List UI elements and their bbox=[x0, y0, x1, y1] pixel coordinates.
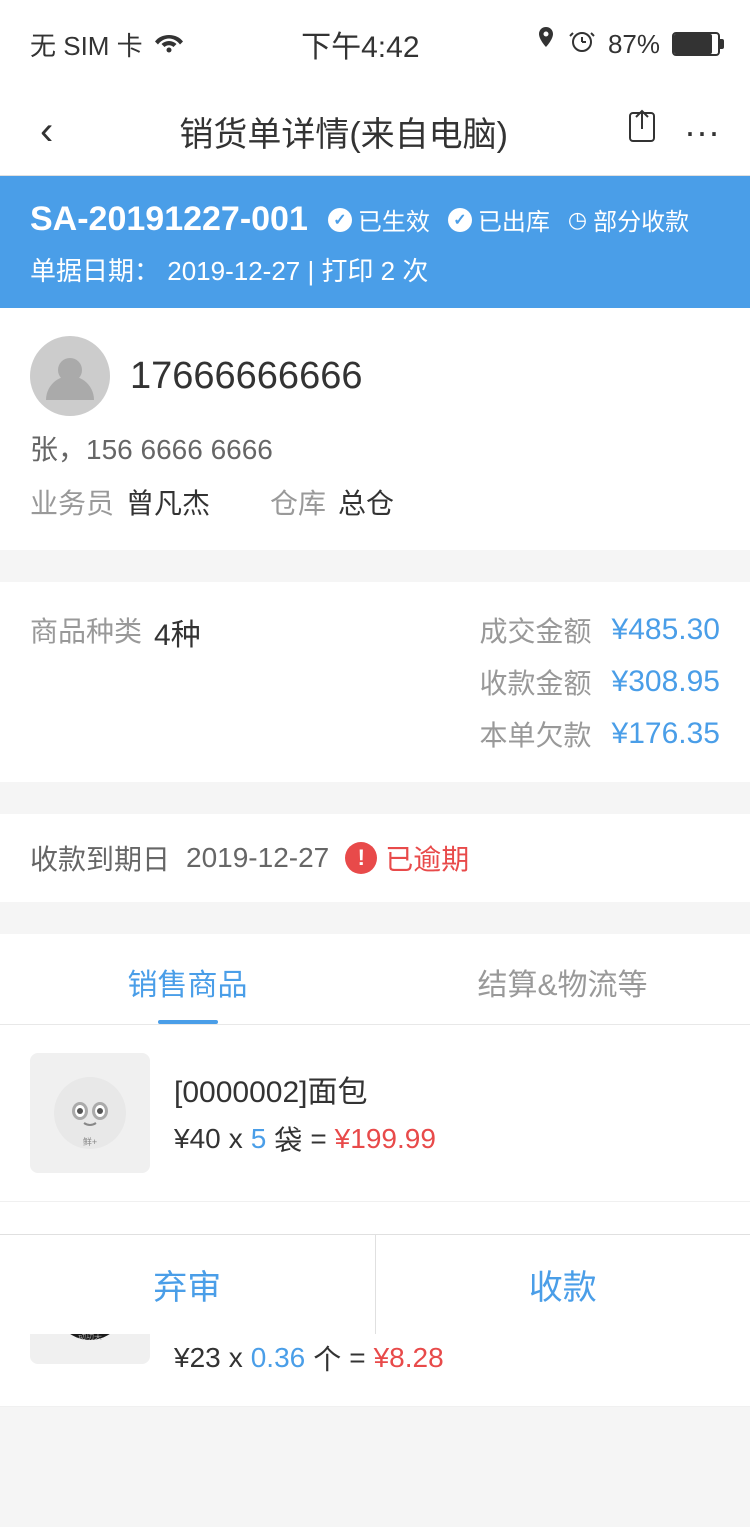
more-button[interactable]: ··· bbox=[684, 111, 720, 153]
debt-value: ¥176.35 bbox=[612, 717, 720, 751]
badge-partial: ◷ 部分收款 bbox=[568, 202, 689, 237]
product-name-1: [0000002]面包 bbox=[174, 1067, 720, 1111]
order-status-badges: ✓ 已生效 ✓ 已出库 ◷ 部分收款 bbox=[328, 202, 689, 237]
status-bar-right: 87% bbox=[536, 27, 720, 62]
warehouse-item: 仓库 总仓 bbox=[270, 482, 394, 522]
overdue-icon: ! bbox=[345, 842, 377, 874]
deal-amount-value: ¥485.30 bbox=[612, 613, 720, 647]
product-info-1: [0000002]面包 ¥40 x 5 袋 = ¥199.99 bbox=[174, 1067, 720, 1159]
status-bar-time: 下午4:42 bbox=[301, 22, 419, 66]
tabs-row: 销售商品 结算&物流等 bbox=[0, 934, 750, 1025]
products-section: 鲜+ [0000002]面包 ¥40 x 5 袋 = ¥199.99 bbox=[0, 1025, 750, 1407]
product-qty-2: 0.36 bbox=[251, 1342, 306, 1374]
clock-icon: ◷ bbox=[568, 207, 587, 233]
tab-sales-products[interactable]: 销售商品 bbox=[0, 934, 375, 1024]
deal-amount-label: 成交金额 bbox=[480, 610, 592, 650]
status-bar: 无 SIM 卡 下午4:42 87% bbox=[0, 0, 750, 88]
customer-section: 17666666666 张，156 6666 6666 业务员 曾凡杰 仓库 总… bbox=[0, 308, 750, 550]
bottom-toolbar: 弃审 收款 bbox=[0, 1234, 750, 1334]
due-date-section: 收款到期日 2019-12-27 ! 已逾期 bbox=[0, 814, 750, 902]
summary-left: 商品种类 4种 bbox=[30, 610, 201, 654]
deal-amount-row: 成交金额 ¥485.30 bbox=[480, 610, 720, 650]
order-id-row: SA-20191227-001 ✓ 已生效 ✓ 已出库 ◷ 部分收款 bbox=[30, 200, 720, 239]
nav-bar: ‹ 销货单详情(来自电脑) ··· bbox=[0, 88, 750, 176]
cancel-button[interactable]: 弃审 bbox=[0, 1235, 376, 1334]
page-title: 销货单详情(来自电脑) bbox=[179, 107, 508, 156]
battery-icon bbox=[672, 32, 720, 56]
salesperson-value: 曾凡杰 bbox=[126, 482, 210, 522]
product-total-2: ¥8.28 bbox=[374, 1342, 444, 1374]
product-type-row: 商品种类 4种 bbox=[30, 610, 201, 654]
customer-phone: 17666666666 bbox=[130, 355, 362, 398]
summary-right: 成交金额 ¥485.30 收款金额 ¥308.95 本单欠款 ¥176.35 bbox=[480, 610, 720, 754]
check-icon: ✓ bbox=[328, 208, 352, 232]
order-header: SA-20191227-001 ✓ 已生效 ✓ 已出库 ◷ 部分收款 单据日期：… bbox=[0, 176, 750, 308]
toolbar-spacer bbox=[0, 1407, 750, 1527]
svg-text:鲜+: 鲜+ bbox=[83, 1136, 97, 1147]
salesperson-label: 业务员 bbox=[30, 482, 114, 522]
carrier-text: 无 SIM 卡 bbox=[30, 26, 143, 63]
order-id: SA-20191227-001 bbox=[30, 200, 308, 239]
product-price-2: ¥23 x 0.36 个 = ¥8.28 bbox=[174, 1338, 720, 1378]
order-date-row: 单据日期： 2019-12-27 | 打印 2 次 bbox=[30, 251, 720, 288]
badge-active: ✓ 已生效 bbox=[328, 202, 430, 237]
received-value: ¥308.95 bbox=[612, 665, 720, 699]
warehouse-label: 仓库 bbox=[270, 482, 326, 522]
product-item-1: 鲜+ [0000002]面包 ¥40 x 5 袋 = ¥199.99 bbox=[0, 1025, 750, 1202]
tab-settlement-logistics[interactable]: 结算&物流等 bbox=[375, 934, 750, 1024]
customer-avatar bbox=[30, 336, 110, 416]
tabs-section: 销售商品 结算&物流等 bbox=[0, 934, 750, 1025]
product-price-1: ¥40 x 5 袋 = ¥199.99 bbox=[174, 1119, 720, 1159]
status-bar-left: 无 SIM 卡 bbox=[30, 26, 185, 63]
overdue-text: 已逾期 bbox=[385, 838, 469, 878]
debt-amount-row: 本单欠款 ¥176.35 bbox=[480, 714, 720, 754]
badge-shipped: ✓ 已出库 bbox=[448, 202, 550, 237]
location-icon bbox=[536, 27, 556, 62]
confirm-button[interactable]: 收款 bbox=[376, 1235, 750, 1334]
type-value: 4种 bbox=[154, 610, 201, 654]
wifi-icon bbox=[153, 29, 185, 60]
customer-row: 17666666666 bbox=[30, 336, 720, 416]
product-total-1: ¥199.99 bbox=[335, 1123, 436, 1155]
section-gap-2 bbox=[0, 798, 750, 814]
section-gap-1 bbox=[0, 566, 750, 582]
customer-meta: 业务员 曾凡杰 仓库 总仓 bbox=[30, 482, 720, 522]
back-button[interactable]: ‹ bbox=[30, 99, 63, 164]
salesperson-item: 业务员 曾凡杰 bbox=[30, 482, 210, 522]
overdue-badge: ! 已逾期 bbox=[345, 838, 469, 878]
battery-percent: 87% bbox=[608, 29, 660, 60]
product-qty-1: 5 bbox=[251, 1123, 267, 1155]
nav-actions: ··· bbox=[624, 109, 720, 154]
check-icon-2: ✓ bbox=[448, 208, 472, 232]
type-label: 商品种类 bbox=[30, 610, 142, 650]
due-date-label: 收款到期日 bbox=[30, 838, 170, 878]
customer-sub: 张，156 6666 6666 bbox=[30, 428, 720, 468]
section-gap-3 bbox=[0, 918, 750, 934]
debt-label: 本单欠款 bbox=[480, 714, 592, 754]
alarm-icon bbox=[568, 27, 596, 62]
warehouse-value: 总仓 bbox=[338, 482, 394, 522]
product-image-1: 鲜+ bbox=[30, 1053, 150, 1173]
received-label: 收款金额 bbox=[480, 662, 592, 702]
share-button[interactable] bbox=[624, 109, 660, 154]
summary-section: 商品种类 4种 成交金额 ¥485.30 收款金额 ¥308.95 本单欠款 ¥… bbox=[0, 582, 750, 782]
received-amount-row: 收款金额 ¥308.95 bbox=[480, 662, 720, 702]
due-date-value: 2019-12-27 bbox=[186, 842, 329, 874]
